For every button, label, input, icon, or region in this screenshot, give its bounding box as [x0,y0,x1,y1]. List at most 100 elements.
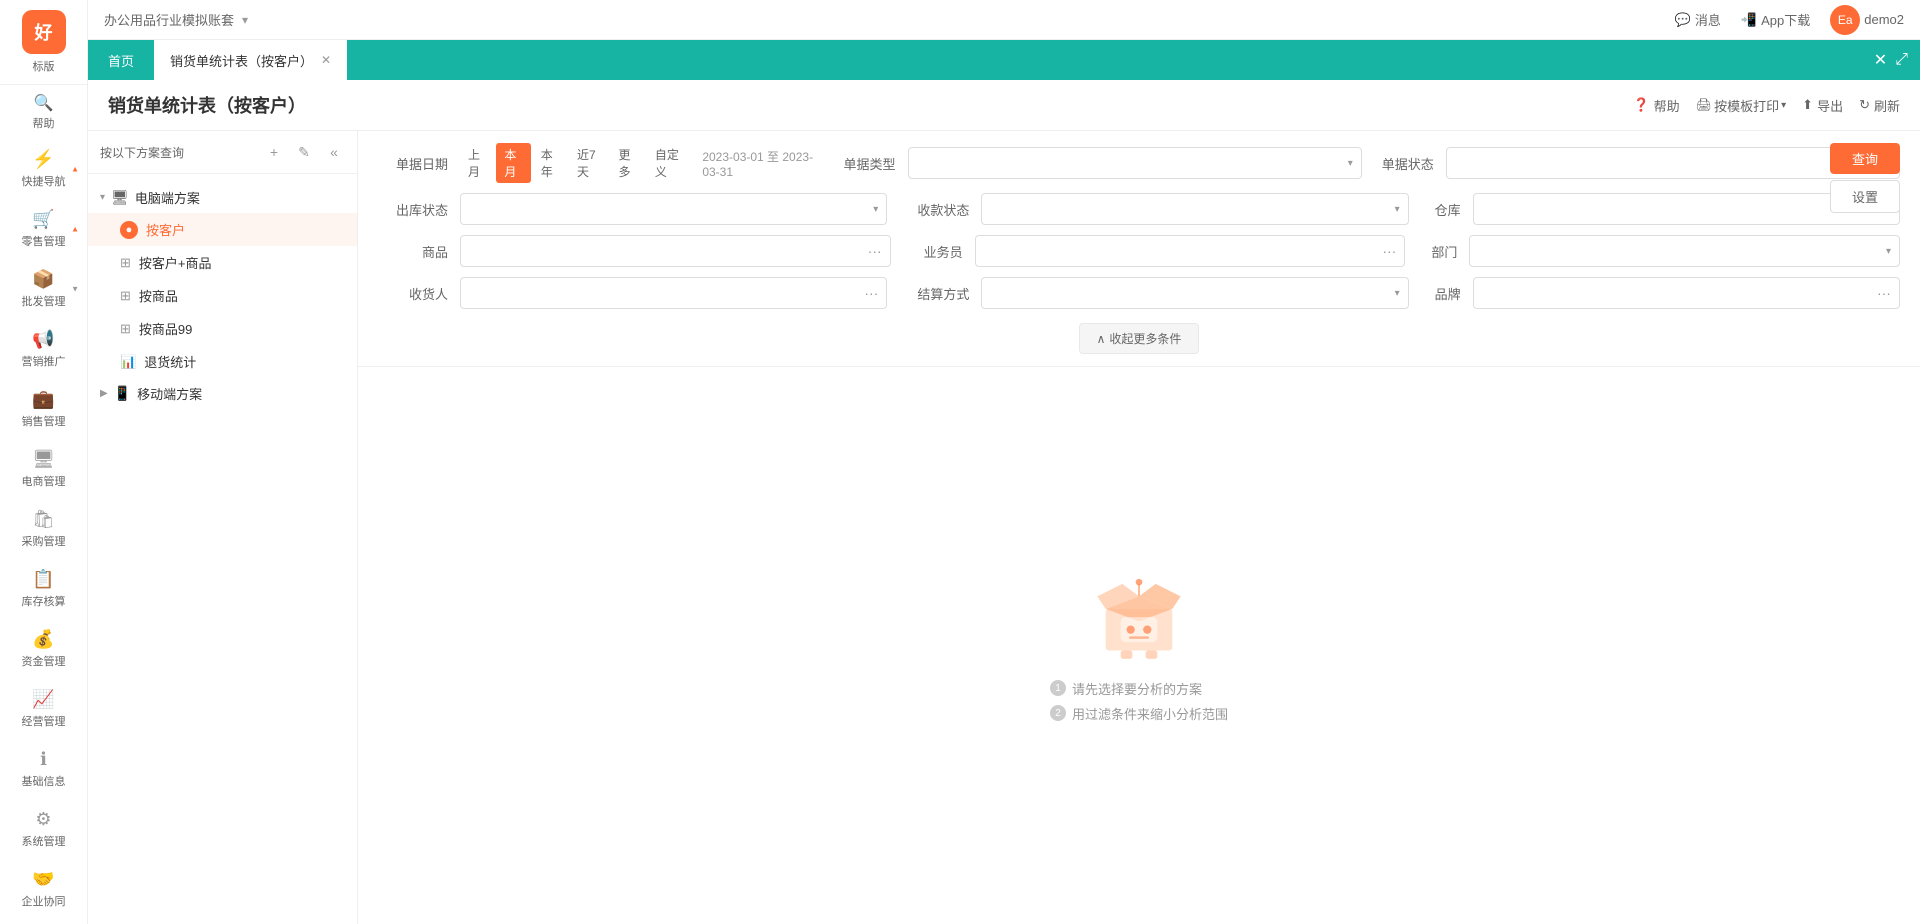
tree-group-header-mobile[interactable]: ▶ 📱 移动端方案 [88,378,357,409]
marketing-label: 营销推广 [22,353,66,369]
out-status-control[interactable]: ▾ [460,193,887,225]
filter-row-2: 出库状态 ▾ 收款状态 ▾ 仓库 ··· [378,193,1900,225]
settings-btn[interactable]: 设置 [1830,180,1900,213]
date-tab-this-year[interactable]: 本年 [533,143,567,183]
date-filter: 上月 本月 本年 近7天 更多 自定义 2023-03-01 至 2023-03… [460,143,824,183]
tree-item-return-stats[interactable]: 📊 退货统计 [88,345,357,378]
add-scheme-btn[interactable]: + [263,141,285,163]
refresh-label: 刷新 [1874,96,1900,115]
tree-group-header-desktop[interactable]: ▾ 🖥 电脑端方案 [88,182,357,213]
date-tab-last7[interactable]: 近7天 [569,143,608,183]
topbar-dropdown-btn[interactable]: ▾ [242,13,248,27]
date-tab-more[interactable]: 更多 [610,143,644,183]
sidebar-item-shortcut[interactable]: ⚡ 快捷导航 [0,139,87,199]
message-btn[interactable]: 💬 消息 [1675,10,1721,29]
collect-status-control[interactable]: ▾ [981,193,1408,225]
tab-close-all-btn[interactable]: ✕ [1874,50,1887,70]
salesperson-label: 业务员 [903,242,963,261]
sidebar-item-finance[interactable]: 💰 资金管理 [0,619,87,679]
sidebar-item-retail[interactable]: 🛒 零售管理 [0,199,87,259]
print-btn[interactable]: 🖨 按模板打印 ▾ [1696,96,1787,115]
edit-icon: ✎ [298,144,310,161]
collapse-btn[interactable]: ∧ 收起更多条件 [1079,323,1199,354]
operations-icon: 📈 [32,689,54,710]
purchase-icon: 🛍 [32,509,55,530]
date-tab-this-month[interactable]: 本月 [496,143,530,183]
page-content: 销货单统计表（按客户） ❓ 帮助 🖨 按模板打印 ▾ ⬆ 导出 ↻ 刷新 [88,80,1920,924]
sidebar-item-basic[interactable]: ℹ 基础信息 [0,739,87,799]
sidebar-item-sales[interactable]: 💼 销售管理 [0,379,87,439]
tab-maximize-btn[interactable]: ⤢ [1895,51,1908,69]
tree-collapse-arrow: ▶ [100,388,108,399]
export-btn[interactable]: ⬆ 导出 [1802,96,1843,115]
help-btn[interactable]: ❓ 帮助 [1633,96,1679,115]
left-panel-header: 按以下方案查询 + ✎ « [88,131,357,174]
app-download-btn[interactable]: 📲 App下载 [1741,10,1810,29]
by-product-label: 按商品 [139,286,178,305]
receiver-dots: ··· [864,285,878,301]
refresh-btn[interactable]: ↻ 刷新 [1859,96,1900,115]
type-filter-label: 单据类型 [836,154,896,173]
salesperson-control[interactable]: ··· [975,235,1406,267]
sidebar-item-ecommerce[interactable]: 🖥 电商管理 [0,439,87,499]
add-icon: + [270,144,278,160]
shortcut-label: 快捷导航 [22,173,66,189]
receiver-label: 收货人 [378,284,448,303]
logo-subtitle: 标版 [33,58,55,74]
page-title: 销货单统计表（按客户） [108,92,306,118]
refresh-icon: ↻ [1859,97,1870,113]
type-dropdown-arrow: ▾ [1348,158,1353,169]
filter-area: 单据日期 上月 本月 本年 近7天 更多 自定义 2023-03-01 至 20… [358,131,1920,367]
goods-control[interactable]: ··· [460,235,891,267]
basic-icon: ℹ [40,749,47,770]
print-dropdown-icon: ▾ [1781,100,1786,111]
sidebar-item-newbie[interactable]: 🌱 新手引导 [0,919,87,924]
tree-item-by-customer-product[interactable]: ⊞ 按客户+商品 [88,246,357,279]
collapse-panel-btn[interactable]: « [323,141,345,163]
brand-control[interactable]: ··· [1473,277,1900,309]
logo-icon: 好 [22,10,66,54]
sidebar-search[interactable]: 🔍 帮助 [0,84,87,139]
goods-dots: ··· [868,243,882,259]
sidebar-item-inventory[interactable]: 📋 库存核算 [0,559,87,619]
dept-arrow: ▾ [1886,246,1891,257]
dept-control[interactable]: ▾ [1469,235,1900,267]
date-tab-last-month[interactable]: 上月 [460,143,494,183]
tree-item-by-product[interactable]: ⊞ 按商品 [88,279,357,312]
sales-icon: 💼 [32,389,54,410]
sidebar-logo[interactable]: 好 标版 [0,0,87,84]
tab-close-btn[interactable]: ✕ [321,53,331,67]
sidebar-item-enterprise[interactable]: 🤝 企业协同 [0,859,87,919]
wholesale-label: 批发管理 [22,293,66,309]
empty-illustration: 1 请先选择要分析的方案 2 用过滤条件来缩小分析范围 [1050,563,1228,729]
avatar: Ea [1830,5,1860,35]
empty-tip-2: 2 用过滤条件来缩小分析范围 [1050,704,1228,723]
receiver-control[interactable]: ··· [460,277,887,309]
tip-text-1: 请先选择要分析的方案 [1072,679,1202,698]
sidebar-item-wholesale[interactable]: 📦 批发管理 [0,259,87,319]
sales-label: 销售管理 [22,413,66,429]
page-header-actions: ❓ 帮助 🖨 按模板打印 ▾ ⬆ 导出 ↻ 刷新 [1633,96,1900,115]
sidebar-item-operations[interactable]: 📈 经营管理 [0,679,87,739]
tab-home-label: 首页 [108,51,134,70]
tab-home[interactable]: 首页 [88,40,154,80]
warehouse-label: 仓库 [1421,200,1461,219]
payment-label: 结算方式 [899,284,969,303]
edit-scheme-btn[interactable]: ✎ [293,141,315,163]
tree-item-by-customer[interactable]: ● 按客户 [88,213,357,246]
sidebar-item-system[interactable]: ⚙ 系统管理 [0,799,87,859]
sidebar-item-marketing[interactable]: 📢 营销推广 [0,319,87,379]
left-panel: 按以下方案查询 + ✎ « ▾ [88,131,358,924]
system-label: 系统管理 [22,833,66,849]
type-filter-control[interactable]: ▾ [908,147,1362,179]
tree-item-by-product-99[interactable]: ⊞ 按商品99 [88,312,357,345]
user-name: demo2 [1864,12,1904,27]
collapse-label: 收起更多条件 [1109,330,1181,347]
date-tabs: 上月 本月 本年 近7天 更多 自定义 [460,143,690,183]
tab-sales-stats[interactable]: 销货单统计表（按客户） ✕ [154,40,347,80]
query-btn[interactable]: 查询 [1830,143,1900,174]
user-profile-btn[interactable]: Ea demo2 [1830,5,1904,35]
date-tab-custom[interactable]: 自定义 [647,143,691,183]
sidebar-item-purchase[interactable]: 🛍 采购管理 [0,499,87,559]
payment-control[interactable]: ▾ [981,277,1408,309]
